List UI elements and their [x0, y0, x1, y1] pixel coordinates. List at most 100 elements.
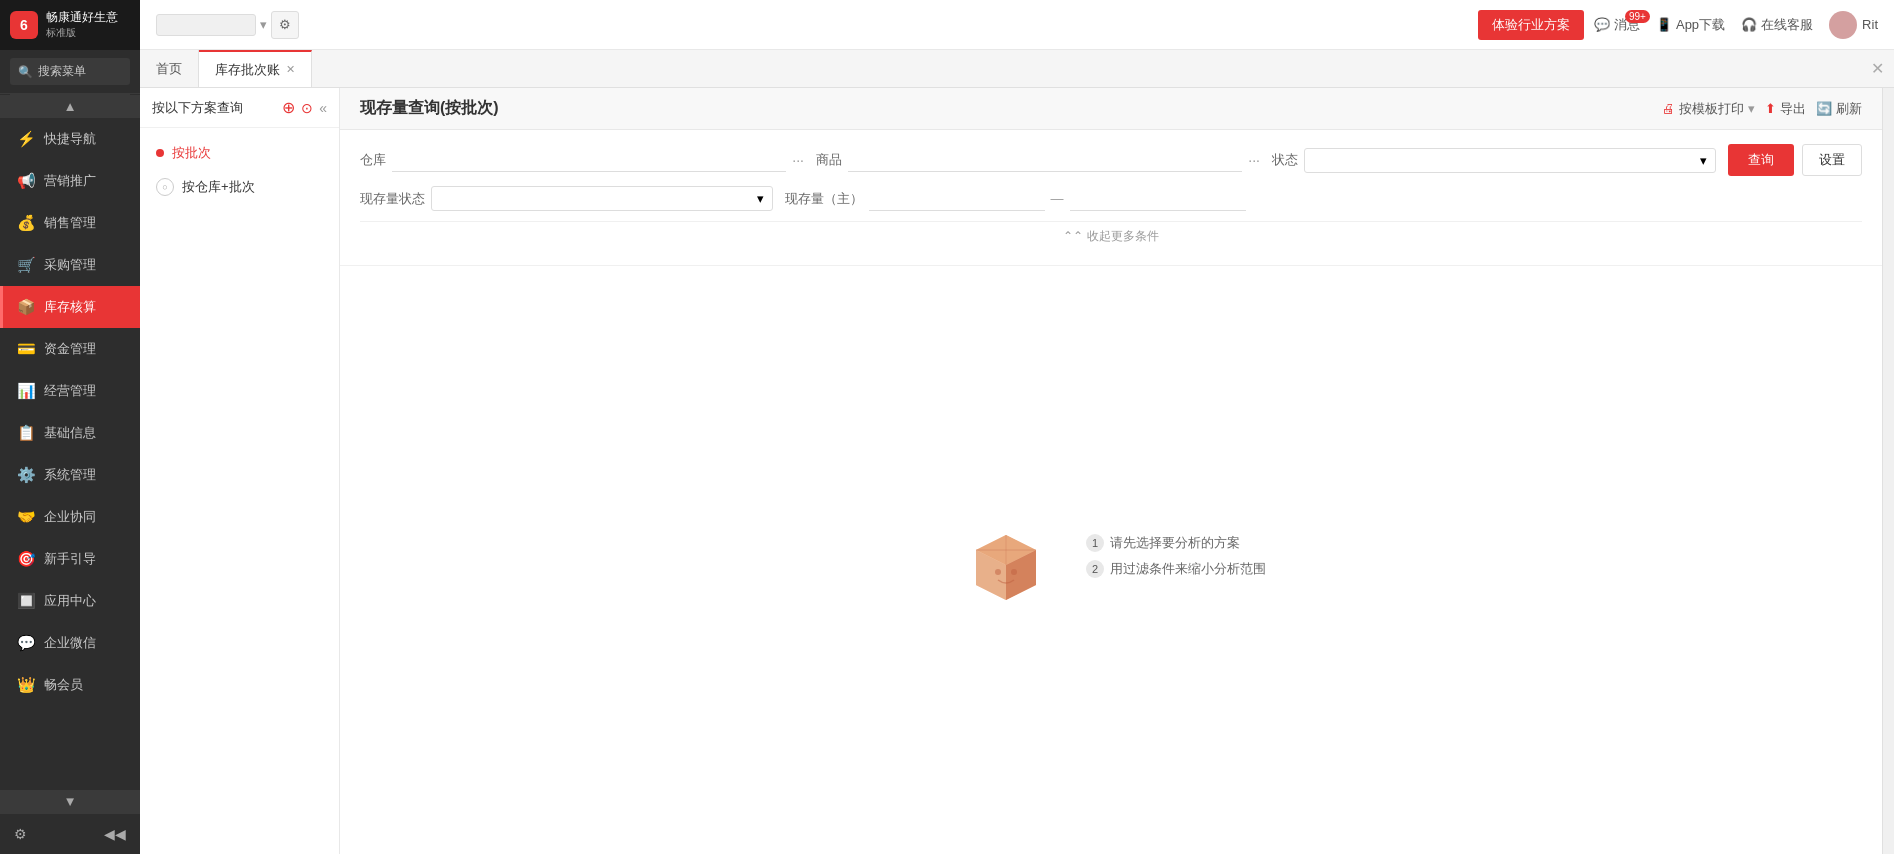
page-title: 现存量查询(按批次)	[360, 98, 499, 119]
left-item-by-warehouse-batch[interactable]: ○ 按仓库+批次	[140, 170, 339, 204]
settings-button[interactable]: 设置	[1802, 144, 1862, 176]
print-button[interactable]: 🖨 按模板打印 ▾	[1662, 100, 1755, 118]
online-service-badge[interactable]: 🎧 在线客服	[1741, 16, 1813, 34]
sidebar-item-newbie[interactable]: 🎯 新手引导	[0, 538, 140, 580]
tab-close-icon[interactable]: ✕	[286, 63, 295, 76]
tab-inventory-batch-label: 库存批次账	[215, 61, 280, 79]
filter-area: 仓库 ··· 商品 ··· 状态 ▾	[340, 130, 1882, 266]
stock-quantity-min-input[interactable]	[869, 187, 1045, 211]
quick-nav-icon: ⚡	[17, 130, 36, 148]
sidebar-header: 6 畅康通好生意 标准版	[0, 0, 140, 50]
empty-tip-1: 1 请先选择要分析的方案	[1086, 534, 1266, 552]
settings-scheme-button[interactable]: ⊙	[301, 100, 313, 116]
member-icon: 👑	[17, 676, 36, 694]
topbar-input-group: ▾	[156, 14, 267, 36]
experience-button[interactable]: 体验行业方案	[1478, 10, 1584, 40]
main-content: ▾ ⚙ 体验行业方案 💬 消息 99+ 📱 App下载 🎧 在线客服 Rit	[140, 0, 1894, 854]
sales-icon: 💰	[17, 214, 36, 232]
tabbar: 首页 库存批次账 ✕ ✕	[140, 50, 1894, 88]
product-label: 商品	[816, 151, 842, 169]
stock-quantity-dash: —	[1051, 191, 1064, 206]
footer-collapse-button[interactable]: ◀◀	[100, 822, 130, 846]
warehouse-dots[interactable]: ···	[792, 152, 804, 168]
user-profile[interactable]: Rit	[1829, 11, 1878, 39]
print-icon: 🖨	[1662, 101, 1675, 116]
page-header: 现存量查询(按批次) 🖨 按模板打印 ▾ ⬆ 导出 🔄 刷新	[340, 88, 1882, 130]
left-item-by-batch-label: 按批次	[172, 144, 211, 162]
status-label: 状态	[1272, 151, 1298, 169]
export-button[interactable]: ⬆ 导出	[1765, 100, 1806, 118]
status-select[interactable]: ▾	[1304, 148, 1716, 173]
tab-home[interactable]: 首页	[140, 50, 199, 87]
stock-status-select[interactable]: ▾	[431, 186, 773, 211]
user-name: Rit	[1862, 17, 1878, 32]
tip-num-2: 2	[1086, 560, 1104, 578]
enterprise-icon: 🤝	[17, 508, 36, 526]
purchase-icon: 🛒	[17, 256, 36, 274]
tab-home-label: 首页	[156, 60, 182, 78]
system-icon: ⚙️	[17, 466, 36, 484]
collapse-more-button[interactable]: ⌃⌃ 收起更多条件	[360, 221, 1862, 251]
refresh-icon: 🔄	[1816, 101, 1832, 116]
left-panel: 按以下方案查询 ⊕ ⊙ « 按批次 ○ 按仓库+批次	[140, 88, 340, 854]
refresh-button[interactable]: 🔄 刷新	[1816, 100, 1862, 118]
sidebar-item-management[interactable]: 📊 经营管理	[0, 370, 140, 412]
collapse-left-panel-button[interactable]: «	[319, 100, 327, 116]
product-input[interactable]	[848, 148, 1242, 172]
topbar-search-input[interactable]	[156, 14, 256, 36]
messages-badge[interactable]: 💬 消息 99+	[1594, 16, 1640, 34]
query-button[interactable]: 查询	[1728, 144, 1794, 176]
sidebar-item-marketing[interactable]: 📢 营销推广	[0, 160, 140, 202]
tab-inventory-batch[interactable]: 库存批次账 ✕	[199, 50, 312, 87]
topbar-right: 💬 消息 99+ 📱 App下载 🎧 在线客服 Rit	[1594, 11, 1878, 39]
sidebar-item-enterprise[interactable]: 🤝 企业协同	[0, 496, 140, 538]
app-logo: 6	[10, 11, 38, 39]
add-scheme-button[interactable]: ⊕	[282, 98, 295, 117]
footer-settings-button[interactable]: ⚙	[10, 822, 31, 846]
export-icon: ⬆	[1765, 101, 1776, 116]
app-download-badge[interactable]: 📱 App下载	[1656, 16, 1725, 34]
sidebar-item-inventory[interactable]: 📦 库存核算	[0, 286, 140, 328]
finance-icon: 💳	[17, 340, 36, 358]
sidebar-item-purchase[interactable]: 🛒 采购管理	[0, 244, 140, 286]
warehouse-input[interactable]	[392, 148, 786, 172]
sidebar-item-quick-nav[interactable]: ⚡ 快捷导航	[0, 118, 140, 160]
status-filter-group: 状态 ▾	[1272, 148, 1716, 173]
sidebar-item-finance[interactable]: 💳 资金管理	[0, 328, 140, 370]
sidebar-nav: ⚡ 快捷导航 📢 营销推广 💰 销售管理 🛒 采购管理 📦 库存核算 💳 资金管…	[0, 118, 140, 790]
stock-quantity-max-input[interactable]	[1070, 187, 1246, 211]
sidebar-item-basic[interactable]: 📋 基础信息	[0, 412, 140, 454]
apps-icon: 🔲	[17, 592, 36, 610]
sidebar-item-member[interactable]: 👑 畅会员	[0, 664, 140, 706]
warehouse-label: 仓库	[360, 151, 386, 169]
app-version: 标准版	[46, 26, 118, 40]
content-area: 按以下方案查询 ⊕ ⊙ « 按批次 ○ 按仓库+批次	[140, 88, 1894, 854]
left-panel-actions: ⊕ ⊙ «	[282, 98, 327, 117]
left-item-by-batch[interactable]: 按批次	[140, 136, 339, 170]
sidebar-item-wechat[interactable]: 💬 企业微信	[0, 622, 140, 664]
sidebar-scroll-up-button[interactable]: ▲	[0, 95, 140, 118]
right-panel: 现存量查询(按批次) 🖨 按模板打印 ▾ ⬆ 导出 🔄 刷新	[340, 88, 1882, 854]
empty-text-container: 1 请先选择要分析的方案 2 用过滤条件来缩小分析范围	[1086, 534, 1266, 586]
topbar-gear-button[interactable]: ⚙	[271, 11, 299, 39]
sidebar-scroll-down-button[interactable]: ▼	[0, 790, 140, 813]
empty-illustration	[956, 510, 1056, 610]
status-select-dropdown-icon: ▾	[1700, 153, 1707, 168]
search-menu-button[interactable]: 🔍 搜索菜单	[10, 58, 130, 85]
inventory-icon: 📦	[17, 298, 36, 316]
stock-status-filter-group: 现存量状态 ▾	[360, 186, 773, 211]
sidebar: 6 畅康通好生意 标准版 🔍 搜索菜单 ▲ ⚡ 快捷导航 📢 营销推广 💰 销售…	[0, 0, 140, 854]
svg-point-7	[1011, 569, 1017, 575]
sidebar-item-sales[interactable]: 💰 销售管理	[0, 202, 140, 244]
topbar: ▾ ⚙ 体验行业方案 💬 消息 99+ 📱 App下载 🎧 在线客服 Rit	[140, 0, 1894, 50]
left-panel-title: 按以下方案查询	[152, 99, 243, 117]
sidebar-item-system[interactable]: ⚙️ 系统管理	[0, 454, 140, 496]
left-panel-header: 按以下方案查询 ⊕ ⊙ «	[140, 88, 339, 128]
tip-num-1: 1	[1086, 534, 1104, 552]
wechat-icon: 💬	[17, 634, 36, 652]
newbie-icon: 🎯	[17, 550, 36, 568]
product-dots[interactable]: ···	[1248, 152, 1260, 168]
tab-close-all-button[interactable]: ✕	[1861, 59, 1894, 78]
sidebar-item-apps[interactable]: 🔲 应用中心	[0, 580, 140, 622]
stock-status-label: 现存量状态	[360, 190, 425, 208]
